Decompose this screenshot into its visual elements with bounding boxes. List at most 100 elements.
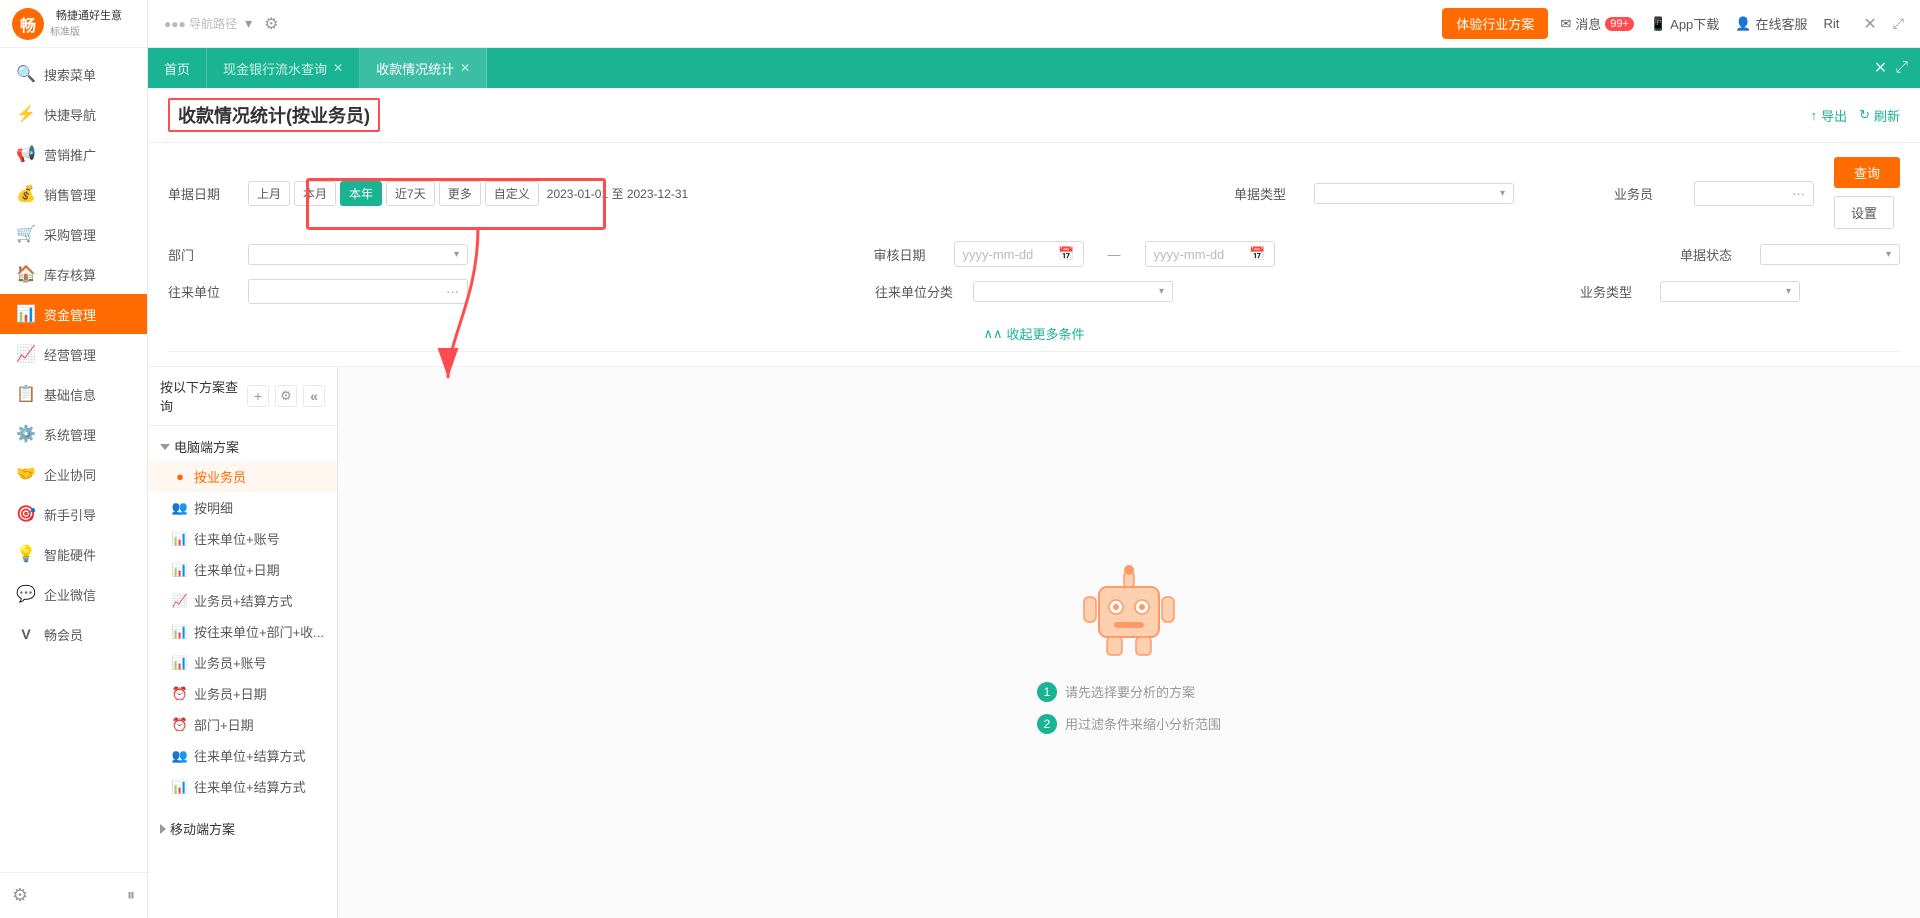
window-maximize-btn[interactable]: ⤢ xyxy=(1893,15,1904,32)
sidebar-item-system[interactable]: ⚙️ 系统管理 xyxy=(0,414,147,454)
wechat-icon: 💬 xyxy=(16,584,36,604)
sidebar-item-marketing[interactable]: 📢 营销推广 xyxy=(0,134,147,174)
nav-dropdown-btn[interactable]: ▾ xyxy=(245,15,252,32)
sidebar-item-inventory[interactable]: 🏠 库存核算 xyxy=(0,254,147,294)
content-wrapper: 收款情况统计(按业务员) ↑ 导出 ↻ 刷新 单据日期 xyxy=(148,88,1920,918)
partner-date-icon: 📊 xyxy=(172,562,188,578)
window-close-btn[interactable]: ✕ xyxy=(1863,14,1876,34)
left-panel-header: 按以下方案查询 + ⚙ « xyxy=(148,367,337,426)
mobile-expand-icon xyxy=(160,824,166,834)
scheme-item-partner-dept-collect[interactable]: 📊 按往来单位+部门+收... xyxy=(148,616,337,647)
voucher-status-label: 单据状态 xyxy=(1680,245,1740,264)
sidebar-item-search-menu[interactable]: 🔍 搜索菜单 xyxy=(0,54,147,94)
sidebar-item-label: 基础信息 xyxy=(44,385,96,404)
business-type-select[interactable]: ▾ xyxy=(1660,281,1800,302)
partner-settle2-icon: 📊 xyxy=(172,779,188,795)
scheme-item-salesperson-account[interactable]: 📊 业务员+账号 xyxy=(148,647,337,678)
sidebar-item-label: 快捷导航 xyxy=(44,105,96,124)
audit-date-start-input[interactable]: yyyy-mm-dd 📅 xyxy=(954,241,1084,267)
voucher-status-select[interactable]: ▾ xyxy=(1760,244,1900,265)
sidebar-item-label: 企业微信 xyxy=(44,585,96,604)
bank-flow-tab-close[interactable]: ✕ xyxy=(333,61,343,75)
sidebar-item-wechat[interactable]: 💬 企业微信 xyxy=(0,574,147,614)
trial-btn[interactable]: 体验行业方案 xyxy=(1442,8,1548,39)
partner-select[interactable]: ··· xyxy=(248,279,468,304)
tab-collection-stats[interactable]: 收款情况统计 ✕ xyxy=(360,48,487,88)
collection-stats-tab-close[interactable]: ✕ xyxy=(460,61,470,75)
salesperson-label: 业务员 xyxy=(1614,184,1674,203)
scheme-item-partner-settle2[interactable]: 📊 往来单位+结算方式 xyxy=(148,771,337,802)
sidebar-item-sales[interactable]: 💰 销售管理 xyxy=(0,174,147,214)
business-type-label: 业务类型 xyxy=(1580,282,1640,301)
message-btn[interactable]: ✉ 消息 99+ xyxy=(1560,14,1634,33)
date-btn-this-month[interactable]: 本月 xyxy=(294,181,336,206)
scheme-item-by-detail[interactable]: 👥 按明细 xyxy=(148,492,337,523)
date-btn-custom[interactable]: 自定义 xyxy=(485,181,539,206)
desktop-scheme-group: 电脑端方案 ● 按业务员 👥 按明细 📊 往来单位+账号 xyxy=(148,426,337,808)
audit-date-label: 审核日期 xyxy=(874,245,934,264)
dept-select[interactable]: ▾ xyxy=(248,244,468,265)
date-btn-this-year[interactable]: 本年 xyxy=(340,181,382,206)
scheme-item-partner-date[interactable]: 📊 往来单位+日期 xyxy=(148,554,337,585)
date-label: 单据日期 xyxy=(168,184,228,203)
search-menu-icon: 🔍 xyxy=(16,64,36,84)
sidebar-item-hardware[interactable]: 💡 智能硬件 xyxy=(0,534,147,574)
sidebar-item-guide[interactable]: 🎯 新手引导 xyxy=(0,494,147,534)
tab-home[interactable]: 首页 xyxy=(148,48,207,88)
date-filter-group: 上月 本月 本年 近7天 更多 自定义 2023-01-01 至 2023-12… xyxy=(248,181,688,206)
filter-settings-btn[interactable]: 设置 xyxy=(1834,196,1894,229)
scheme-item-partner-settle1[interactable]: 👥 往来单位+结算方式 xyxy=(148,740,337,771)
sidebar-item-vip[interactable]: V 畅会员 xyxy=(0,614,147,654)
desktop-scheme-group-title[interactable]: 电脑端方案 xyxy=(148,432,337,461)
date-btn-7days[interactable]: 近7天 xyxy=(386,181,435,206)
collection-stats-tab-label: 收款情况统计 xyxy=(376,59,454,78)
add-scheme-btn[interactable]: + xyxy=(247,385,269,407)
settings-gear-icon[interactable]: ⚙ xyxy=(12,885,28,906)
tab-bank-flow[interactable]: 现金银行流水查询 ✕ xyxy=(207,48,360,88)
audit-date-end-input[interactable]: yyyy-mm-dd 📅 xyxy=(1145,241,1275,267)
salesperson-select[interactable]: ··· xyxy=(1694,181,1814,206)
sidebar-collapse-btn[interactable]: ⏸ xyxy=(127,887,135,905)
sidebar-item-operations[interactable]: 📈 经营管理 xyxy=(0,334,147,374)
voucher-type-select[interactable]: ▾ xyxy=(1314,183,1514,204)
sidebar-item-finance[interactable]: 📊 资金管理 xyxy=(0,294,147,334)
scheme-item-salesperson-settle[interactable]: 📈 业务员+结算方式 xyxy=(148,585,337,616)
left-panel-title: 按以下方案查询 xyxy=(160,377,247,415)
scheme-item-partner-account[interactable]: 📊 往来单位+账号 xyxy=(148,523,337,554)
biz-chevron-icon: ▾ xyxy=(1786,286,1791,297)
refresh-btn[interactable]: ↻ 刷新 xyxy=(1859,106,1900,125)
date-btn-last-month[interactable]: 上月 xyxy=(248,181,290,206)
sidebar-nav: 🔍 搜索菜单 ⚡ 快捷导航 📢 营销推广 💰 销售管理 🛒 采购管理 🏠 库存核… xyxy=(0,48,147,872)
filter-row-1: 单据日期 上月 本月 本年 近7天 更多 自定义 2023-01-01 至 20… xyxy=(168,157,1900,229)
scheme-item-by-salesperson[interactable]: ● 按业务员 xyxy=(148,461,337,492)
tab-close-all-icon[interactable]: ✕ xyxy=(1874,58,1887,78)
date-btn-more[interactable]: 更多 xyxy=(439,181,481,206)
sidebar-item-label: 系统管理 xyxy=(44,425,96,444)
scheme-item-label: 业务员+账号 xyxy=(194,653,267,672)
sidebar-item-basic[interactable]: 📋 基础信息 xyxy=(0,374,147,414)
basic-icon: 📋 xyxy=(16,384,36,404)
query-btn[interactable]: 查询 xyxy=(1834,157,1900,188)
page-title: 收款情况统计(按业务员) xyxy=(168,98,380,132)
app-download-btn[interactable]: 📱 App下载 xyxy=(1650,14,1719,33)
collapse-bar[interactable]: ∧∧ 收起更多条件 xyxy=(168,316,1900,352)
export-btn[interactable]: ↑ 导出 xyxy=(1811,106,1848,125)
scheme-item-label: 按业务员 xyxy=(194,467,246,486)
vip-icon: V xyxy=(16,624,36,644)
scheme-item-dept-date[interactable]: ⏰ 部门+日期 xyxy=(148,709,337,740)
hint-num-2: 2 xyxy=(1037,714,1057,734)
mobile-scheme-group-title[interactable]: 移动端方案 xyxy=(148,814,337,843)
tab-fullscreen-icon[interactable]: ⤢ xyxy=(1895,59,1908,77)
topbar-settings-icon[interactable]: ⚙ xyxy=(264,14,278,34)
sidebar-item-purchase[interactable]: 🛒 采购管理 xyxy=(0,214,147,254)
sidebar-item-quick-nav[interactable]: ⚡ 快捷导航 xyxy=(0,94,147,134)
scheme-settings-btn[interactable]: ⚙ xyxy=(275,385,297,407)
online-service-btn[interactable]: 👤 在线客服 xyxy=(1735,14,1807,33)
dept-chevron-icon: ▾ xyxy=(454,249,459,260)
right-content: 1 请先选择要分析的方案 2 用过滤条件来缩小分析范围 xyxy=(338,367,1920,918)
panel-collapse-btn[interactable]: « xyxy=(303,385,325,407)
partner-category-select[interactable]: ▾ xyxy=(973,281,1173,302)
sidebar-item-corp[interactable]: 🤝 企业协同 xyxy=(0,454,147,494)
salesperson-date-icon: ⏰ xyxy=(172,686,188,702)
scheme-item-salesperson-date[interactable]: ⏰ 业务员+日期 xyxy=(148,678,337,709)
